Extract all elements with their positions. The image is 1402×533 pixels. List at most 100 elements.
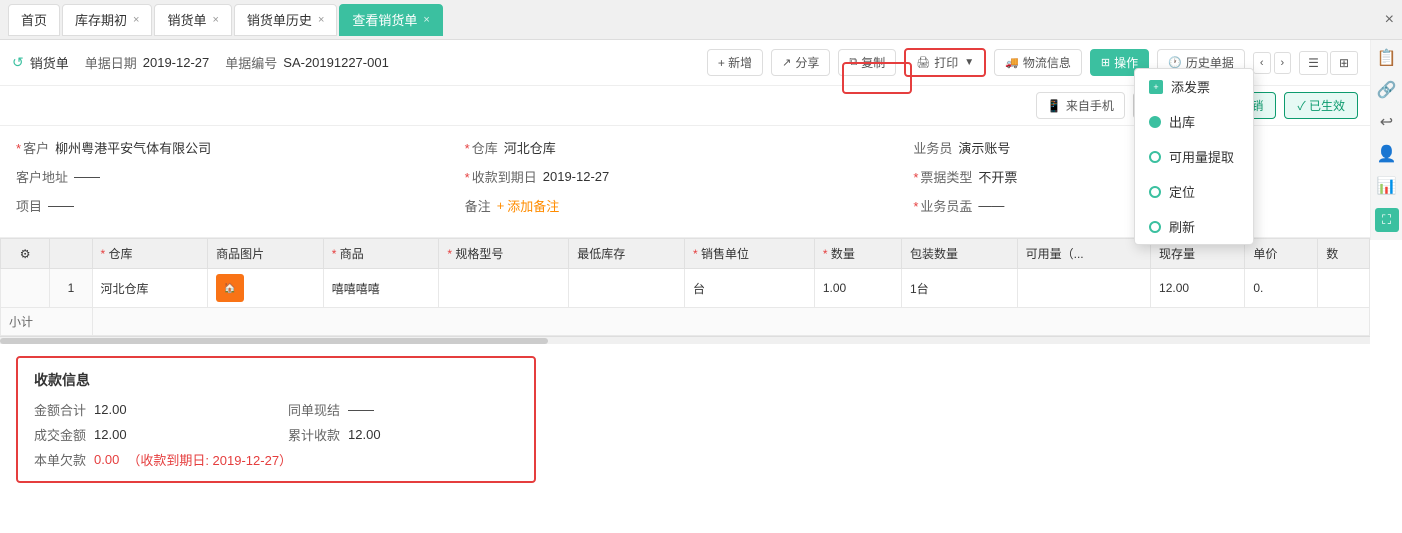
product-image: 🏠 xyxy=(216,274,244,302)
outbound-label: 出库 xyxy=(1169,112,1195,131)
add-note-label: 添加备注 xyxy=(507,196,559,215)
new-button-label: + 新增 xyxy=(718,54,752,71)
tab-sales-close[interactable]: × xyxy=(212,14,218,26)
tab-home-label: 首页 xyxy=(21,10,47,29)
tab-view-sales-label: 查看销货单 xyxy=(352,10,417,29)
add-invoice-item[interactable]: + 添发票 xyxy=(1135,69,1253,104)
tab-inventory-close[interactable]: × xyxy=(133,14,139,26)
effect-check-icon: ✓ xyxy=(1297,99,1305,113)
warehouse-cell: 河北仓库 xyxy=(92,269,208,308)
due-date-label: 收款到期日 xyxy=(465,167,537,186)
prev-record-button[interactable]: ‹ xyxy=(1253,52,1271,74)
product-table-wrapper: ⚙ * 仓库 商品图片 * 商品 * 规格型号 最低库存 * 销售单位 * 数量… xyxy=(0,237,1370,336)
same-settlement-value: —— xyxy=(348,402,374,417)
sales-value: —— xyxy=(978,198,1004,213)
cumulative-row: 累计收款 12.00 xyxy=(288,425,518,444)
print-icon: 🖨 xyxy=(916,56,930,69)
product-image-icon: 🏠 xyxy=(224,283,236,294)
warehouse-column-header: * 仓库 xyxy=(92,239,208,269)
locate-item[interactable]: 定位 xyxy=(1135,174,1253,209)
tab-inventory-label: 库存期初 xyxy=(75,10,127,29)
spec-column-header: * 规格型号 xyxy=(439,239,569,269)
copy-button-label: 复制 xyxy=(861,54,885,71)
price-cell: 0. xyxy=(1245,269,1318,308)
scrollbar-thumb[interactable] xyxy=(0,338,548,344)
effect-button[interactable]: ✓ 已生效 xyxy=(1284,92,1358,119)
logistics-button-label: 物流信息 xyxy=(1023,54,1071,71)
pack-qty-column-header: 包装数量 xyxy=(901,239,1017,269)
sidebar-doc-icon[interactable]: 📋 xyxy=(1377,48,1397,68)
ticket-type-value: 不开票 xyxy=(978,167,1017,186)
sidebar-chart-icon[interactable]: 📊 xyxy=(1377,176,1397,196)
tab-history-close[interactable]: × xyxy=(318,14,324,26)
cumulative-label: 累计收款 xyxy=(288,425,340,444)
document-title: ↺ 销货单 xyxy=(12,53,69,72)
transaction-row: 成交金额 12.00 xyxy=(34,425,264,444)
product-img-column-header: 商品图片 xyxy=(208,239,324,269)
share-icon: ↗ xyxy=(782,56,791,69)
window-close-button[interactable]: × xyxy=(1385,11,1394,29)
refresh-item[interactable]: 刷新 xyxy=(1135,209,1253,244)
row-num-cell: 1 xyxy=(50,269,92,308)
copy-button[interactable]: ⧉ 复制 xyxy=(838,49,896,76)
tab-bar: 首页 库存期初 × 销货单 × 销货单历史 × 查看销货单 × × xyxy=(0,0,1402,40)
share-button[interactable]: ↗ 分享 xyxy=(771,49,830,76)
outbound-item[interactable]: 出库 xyxy=(1135,104,1253,139)
print-dropdown-arrow[interactable]: ▼ xyxy=(964,57,974,68)
print-button[interactable]: 🖨 打印 ▼ xyxy=(904,48,986,77)
doc-type-icon: ↺ xyxy=(12,54,24,71)
available-extract-item[interactable]: 可用量提取 xyxy=(1135,139,1253,174)
list-view-button[interactable]: ☰ xyxy=(1299,51,1328,75)
cumulative-value: 12.00 xyxy=(348,427,381,442)
subtotal-row: 小计 xyxy=(1,308,1370,336)
project-label: 项目 xyxy=(16,196,42,215)
tab-history[interactable]: 销货单历史 × xyxy=(234,4,337,36)
doc-actions: + 新增 ↗ 分享 ⧉ 复制 🖨 打印 ▼ 🚚 物流信息 xyxy=(707,48,1358,77)
add-note-button[interactable]: + 添加备注 xyxy=(497,196,560,215)
tab-home[interactable]: 首页 xyxy=(8,4,60,36)
employee-label: 业务员 xyxy=(913,138,952,157)
add-invoice-label: 添发票 xyxy=(1171,77,1210,96)
settings-column-header[interactable]: ⚙ xyxy=(1,239,50,269)
operation-dropdown: + 添发票 出库 可用量提取 定位 刷新 xyxy=(1134,68,1254,245)
sidebar-user-icon[interactable]: 👤 xyxy=(1377,144,1397,164)
row-settings-cell xyxy=(1,269,50,308)
warehouse-field: 仓库 河北仓库 xyxy=(465,138,906,157)
quantity-column-header: * 数量 xyxy=(814,239,901,269)
tab-sales[interactable]: 销货单 × xyxy=(154,4,231,36)
locate-icon xyxy=(1149,186,1161,198)
spec-cell xyxy=(439,269,569,308)
quantity-cell: 1.00 xyxy=(814,269,901,308)
pack-qty-cell: 1台 xyxy=(901,269,1017,308)
new-button[interactable]: + 新增 xyxy=(707,49,763,76)
transaction-label: 成交金额 xyxy=(34,425,86,444)
customer-value: 柳州粤港平安气体有限公司 xyxy=(55,138,211,157)
due-date-value: 2019-12-27 xyxy=(543,169,610,184)
logistics-button[interactable]: 🚚 物流信息 xyxy=(994,49,1082,76)
sidebar-back-icon[interactable]: ↩ xyxy=(1380,112,1393,132)
tab-view-sales[interactable]: 查看销货单 × xyxy=(339,4,442,36)
horizontal-scrollbar[interactable] xyxy=(0,336,1370,344)
subtotal-label-cell: 小计 xyxy=(1,308,93,336)
grid-view-button[interactable]: ⊞ xyxy=(1330,51,1358,75)
due-date-field: 收款到期日 2019-12-27 xyxy=(465,167,906,186)
row-num-column-header xyxy=(50,239,92,269)
amount-cell xyxy=(1318,269,1370,308)
available-column-header: 可用量（... xyxy=(1017,239,1150,269)
print-button-label: 打印 xyxy=(934,54,958,71)
payment-section: 收款信息 金额合计 12.00 同单现结 —— 成交金额 12.00 累计收款 … xyxy=(16,356,536,483)
next-record-button[interactable]: › xyxy=(1274,52,1292,74)
sidebar-link-icon[interactable]: 🔗 xyxy=(1377,80,1397,100)
subtotal-value-cell xyxy=(92,308,1370,336)
available-extract-icon xyxy=(1149,151,1161,163)
address-label: 客户地址 xyxy=(16,167,68,186)
from-phone-button[interactable]: 📱 来自手机 xyxy=(1036,92,1125,119)
sidebar-expand-icon[interactable]: ⛶ xyxy=(1375,208,1399,232)
effect-label: 已生效 xyxy=(1309,99,1345,113)
tab-inventory[interactable]: 库存期初 × xyxy=(62,4,152,36)
address-field: 客户地址 —— xyxy=(16,167,457,186)
note-field: 备注 + 添加备注 xyxy=(465,196,906,215)
owed-row: 本单欠款 0.00 （收款到期日: 2019-12-27） xyxy=(34,450,518,469)
tab-view-sales-close[interactable]: × xyxy=(423,14,429,26)
refresh-label: 刷新 xyxy=(1169,217,1195,236)
